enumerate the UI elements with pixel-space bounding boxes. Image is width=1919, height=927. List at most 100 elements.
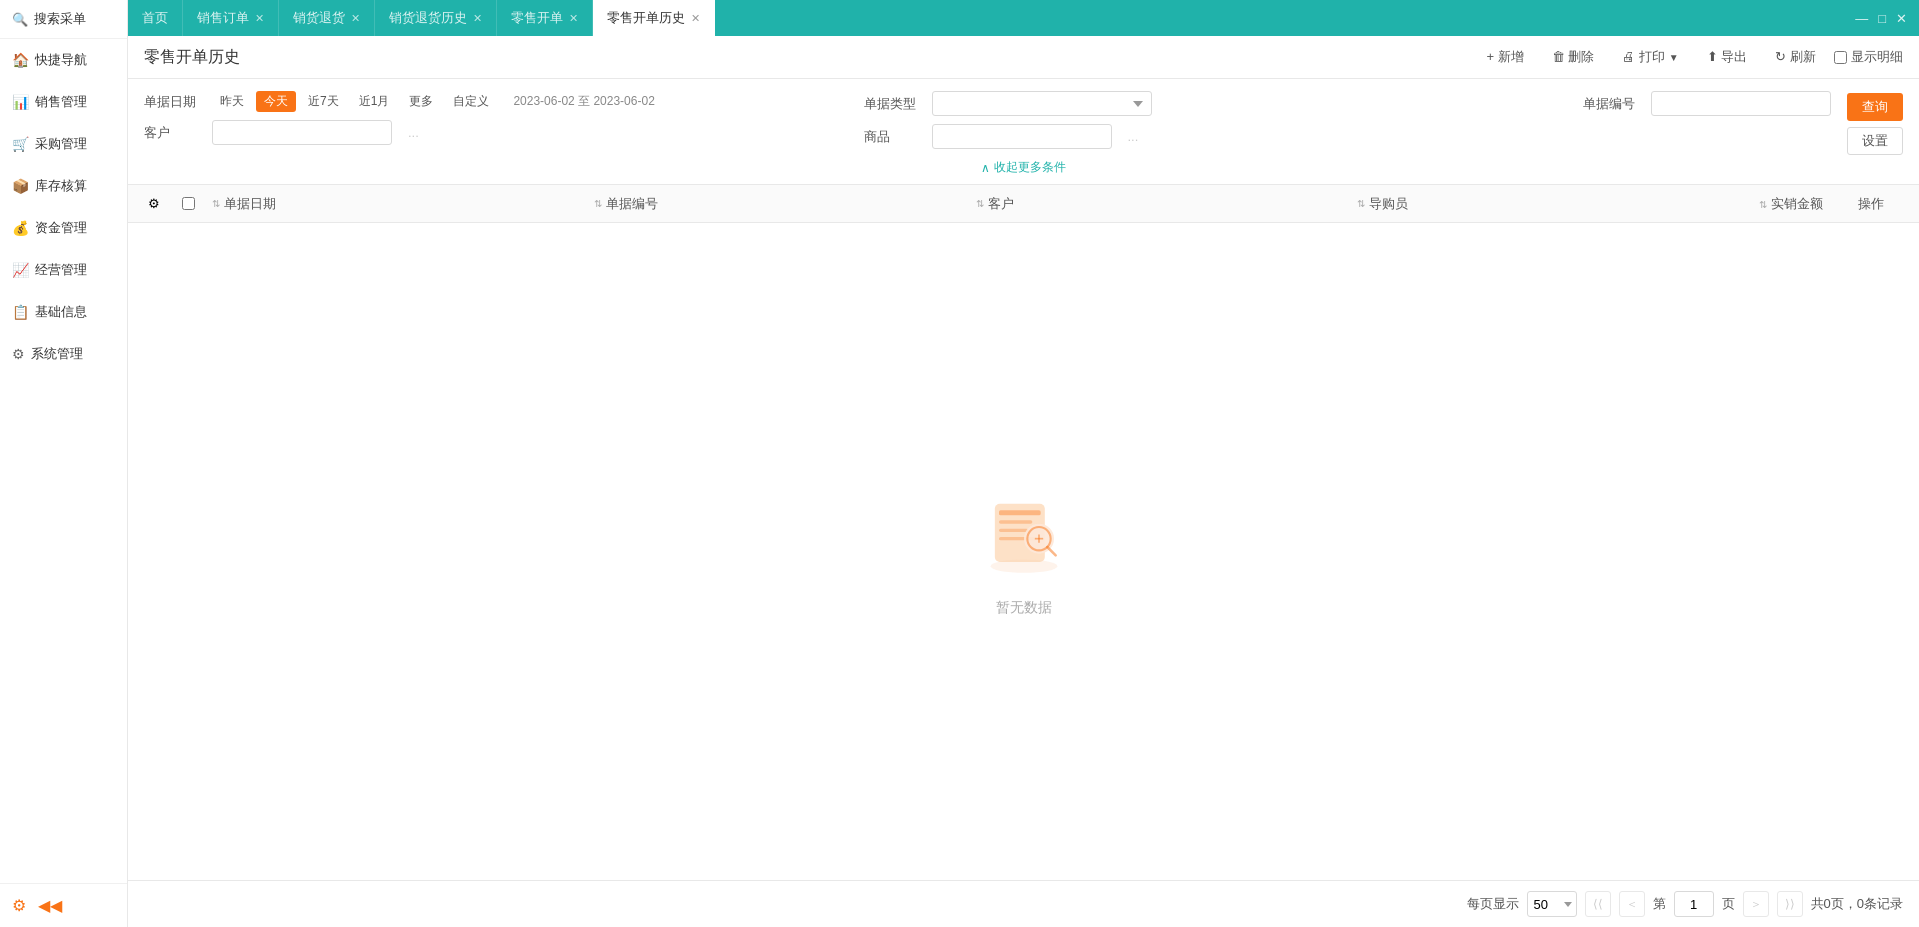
operations-icon: 📈 bbox=[12, 262, 29, 278]
col-salesperson-label: 导购员 bbox=[1369, 195, 1408, 213]
type-select[interactable] bbox=[932, 91, 1152, 116]
settings-icon[interactable]: ⚙ bbox=[12, 896, 26, 915]
sidebar-item-basic-info[interactable]: 📋 基础信息 bbox=[0, 291, 127, 333]
svg-rect-2 bbox=[999, 510, 1041, 515]
col-customer-sort-icon[interactable]: ⇅ bbox=[976, 198, 984, 209]
tab-home[interactable]: 首页 bbox=[128, 0, 183, 36]
print-dropdown-icon[interactable]: ▼ bbox=[1669, 52, 1679, 63]
sidebar-item-quick-nav[interactable]: 🏠 快捷导航 bbox=[0, 39, 127, 81]
sidebar-item-operations[interactable]: 📈 经营管理 bbox=[0, 249, 127, 291]
tab-sales-return-history[interactable]: 销货退货历史 ✕ bbox=[375, 0, 497, 36]
page-suffix: 页 bbox=[1722, 895, 1735, 913]
export-button[interactable]: ⬆ 导出 bbox=[1697, 44, 1758, 70]
date-btn-today[interactable]: 今天 bbox=[256, 91, 296, 112]
tab-retail-open-close[interactable]: ✕ bbox=[569, 12, 578, 25]
tab-retail-open-history[interactable]: 零售开单历史 ✕ bbox=[593, 0, 715, 36]
col-amount-sort-icon[interactable]: ⇅ bbox=[1759, 199, 1767, 210]
date-btn-7days[interactable]: 近7天 bbox=[300, 91, 347, 112]
settings-button[interactable]: 设置 bbox=[1847, 127, 1903, 155]
svg-rect-4 bbox=[999, 528, 1028, 531]
customer-dots: ... bbox=[408, 125, 419, 140]
collapse-filter-label: 收起更多条件 bbox=[994, 159, 1066, 176]
first-page-btn[interactable]: ⟨⟨ bbox=[1585, 891, 1611, 917]
sidebar-search[interactable]: 🔍 搜索采单 bbox=[0, 0, 127, 39]
customer-input[interactable] bbox=[212, 120, 392, 145]
svg-rect-3 bbox=[999, 520, 1032, 523]
empty-text: 暂无数据 bbox=[996, 599, 1052, 617]
table-select-all-col[interactable] bbox=[172, 197, 204, 210]
show-detail-checkbox[interactable]: 显示明细 bbox=[1834, 48, 1903, 66]
collapse-filter-button[interactable]: ∧ 收起更多条件 bbox=[144, 157, 1903, 176]
total-info: 共0页，0条记录 bbox=[1811, 895, 1903, 913]
next-page-btn[interactable]: ＞ bbox=[1743, 891, 1769, 917]
table-area: ⚙ ⇅ 单据日期 ⇅ 单据编号 ⇅ 客户 ⇅ 导购员 ⇅ bbox=[128, 185, 1919, 927]
delete-label: 🗑 删除 bbox=[1552, 48, 1595, 66]
sidebar-item-sys-mgmt[interactable]: ⚙ 系统管理 bbox=[0, 333, 127, 375]
tab-sales-return[interactable]: 销货退货 ✕ bbox=[279, 0, 375, 36]
table-gear-icon[interactable]: ⚙ bbox=[148, 196, 160, 211]
collapse-arrow-icon: ∧ bbox=[981, 161, 990, 175]
date-btn-more[interactable]: 更多 bbox=[401, 91, 441, 112]
sidebar-item-label: 系统管理 bbox=[31, 345, 83, 363]
tab-sales-order[interactable]: 销售订单 ✕ bbox=[183, 0, 279, 36]
number-filter-label: 单据编号 bbox=[1583, 95, 1639, 113]
date-btn-yesterday[interactable]: 昨天 bbox=[212, 91, 252, 112]
col-number-sort-icon[interactable]: ⇅ bbox=[594, 198, 602, 209]
tab-sales-return-close[interactable]: ✕ bbox=[351, 12, 360, 25]
sidebar-item-finance[interactable]: 💰 资金管理 bbox=[0, 207, 127, 249]
tab-retail-open[interactable]: 零售开单 ✕ bbox=[497, 0, 593, 36]
prev-page-btn[interactable]: ＜ bbox=[1619, 891, 1645, 917]
tab-sales-order-label: 销售订单 bbox=[197, 9, 249, 27]
sidebar-item-inventory[interactable]: 📦 库存核算 bbox=[0, 165, 127, 207]
sidebar-bottom: ⚙ ◀◀ bbox=[0, 883, 127, 927]
page-input[interactable] bbox=[1674, 891, 1714, 917]
tab-sales-return-history-close[interactable]: ✕ bbox=[473, 12, 482, 25]
show-detail-input[interactable] bbox=[1834, 51, 1847, 64]
maximize-btn[interactable]: □ bbox=[1878, 11, 1886, 26]
table-settings-col[interactable]: ⚙ bbox=[136, 196, 172, 211]
goods-input[interactable] bbox=[932, 124, 1112, 149]
last-page-btn[interactable]: ⟩⟩ bbox=[1777, 891, 1803, 917]
export-label: ⬆ 导出 bbox=[1707, 48, 1748, 66]
per-page-label: 每页显示 bbox=[1467, 895, 1519, 913]
minimize-btn[interactable]: — bbox=[1855, 11, 1868, 26]
select-all-checkbox[interactable] bbox=[182, 197, 195, 210]
refresh-button[interactable]: ↻ 刷新 bbox=[1765, 44, 1826, 70]
filter-row-type: 单据类型 bbox=[864, 91, 1568, 116]
add-button[interactable]: + 新增 bbox=[1476, 44, 1533, 70]
close-btn-window[interactable]: ✕ bbox=[1896, 11, 1907, 26]
filter-row-date: 单据日期 昨天 今天 近7天 近1月 更多 自定义 2023-06-02 至 2… bbox=[144, 91, 848, 112]
tab-sales-order-close[interactable]: ✕ bbox=[255, 12, 264, 25]
col-actions-label: 操作 bbox=[1858, 196, 1884, 211]
svg-line-8 bbox=[1047, 547, 1055, 555]
toolbar-actions: + 新增 🗑 删除 🖨 打印 ▼ ⬆ 导出 ↻ 刷新 显示明细 bbox=[1476, 44, 1903, 70]
purchase-icon: 🛒 bbox=[12, 136, 29, 152]
date-btn-1month[interactable]: 近1月 bbox=[351, 91, 398, 112]
collapse-sidebar-icon[interactable]: ◀◀ bbox=[38, 896, 62, 915]
goods-dots: ... bbox=[1128, 129, 1139, 144]
refresh-label: ↻ 刷新 bbox=[1775, 48, 1816, 66]
sidebar: 🔍 搜索采单 🏠 快捷导航 📊 销售管理 🛒 采购管理 📦 库存核算 💰 资金管… bbox=[0, 0, 128, 927]
date-btn-custom[interactable]: 自定义 bbox=[445, 91, 497, 112]
tab-retail-open-history-close[interactable]: ✕ bbox=[691, 12, 700, 25]
number-input[interactable] bbox=[1651, 91, 1831, 116]
col-number-label: 单据编号 bbox=[606, 195, 658, 213]
tab-home-label: 首页 bbox=[142, 9, 168, 27]
query-button[interactable]: 查询 bbox=[1847, 93, 1903, 121]
per-page-select[interactable]: 50 10 20 100 bbox=[1527, 891, 1577, 917]
sidebar-item-label: 经营管理 bbox=[35, 261, 87, 279]
delete-button[interactable]: 🗑 删除 bbox=[1542, 44, 1605, 70]
col-salesperson: ⇅ 导购员 bbox=[1349, 195, 1731, 213]
filter-area: 单据日期 昨天 今天 近7天 近1月 更多 自定义 2023-06-02 至 2… bbox=[128, 79, 1919, 185]
col-customer: ⇅ 客户 bbox=[968, 195, 1350, 213]
col-date-sort-icon[interactable]: ⇅ bbox=[212, 198, 220, 209]
col-date: ⇅ 单据日期 bbox=[204, 195, 586, 213]
col-actions: 操作 bbox=[1831, 195, 1911, 213]
col-date-label: 单据日期 bbox=[224, 195, 276, 213]
col-salesperson-sort-icon[interactable]: ⇅ bbox=[1357, 198, 1365, 209]
date-filter-buttons: 昨天 今天 近7天 近1月 更多 自定义 bbox=[212, 91, 497, 112]
sidebar-item-purchase-mgmt[interactable]: 🛒 采购管理 bbox=[0, 123, 127, 165]
sidebar-item-sales-mgmt[interactable]: 📊 销售管理 bbox=[0, 81, 127, 123]
print-button[interactable]: 🖨 打印 ▼ bbox=[1612, 44, 1689, 70]
page-title: 零售开单历史 bbox=[144, 47, 1474, 68]
